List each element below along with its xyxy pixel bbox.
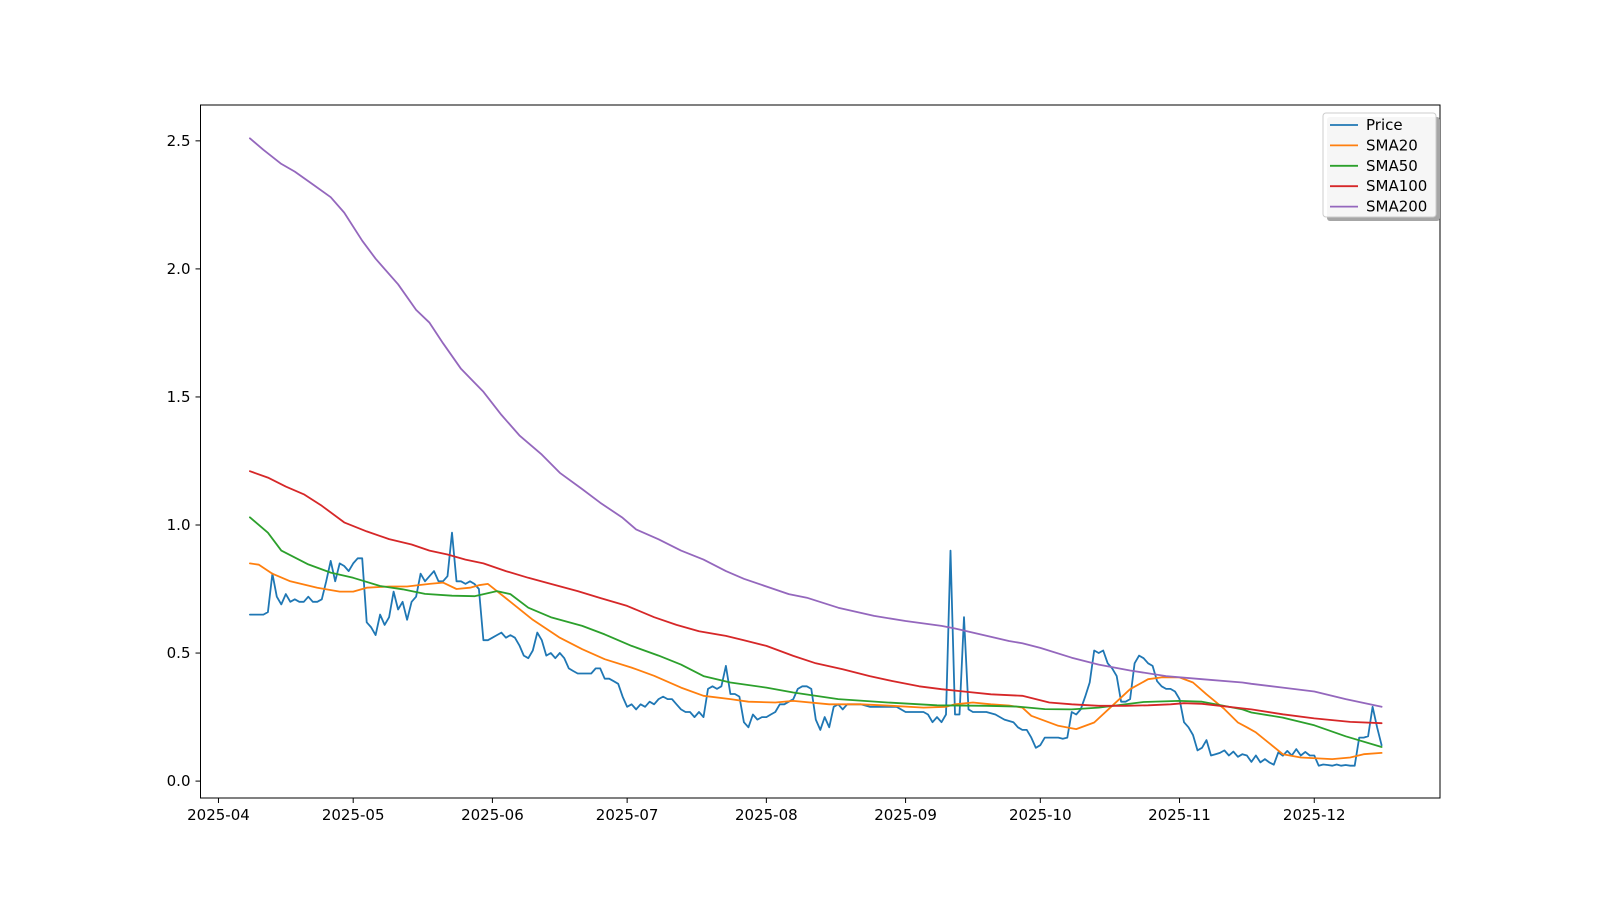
- figure-canvas: 2025-04 2025-05 2025-06 2025-07 2025-08 2025-…: [0, 0, 1600, 900]
- y-tick-label-2.0: 2.0: [167, 260, 191, 278]
- legend-label-sma20: SMA20: [1366, 136, 1418, 154]
- y-tick-label-0.0: 0.0: [167, 772, 191, 790]
- y-tick-label-1.5: 1.5: [167, 388, 191, 406]
- legend-label-sma50: SMA50: [1366, 157, 1418, 175]
- x-tick-label-2025-07: 2025-07: [596, 806, 659, 824]
- y-tick-label-0.5: 0.5: [167, 644, 191, 662]
- x-tick-label-2025-09: 2025-09: [874, 806, 937, 824]
- x-tick-label-2025-05: 2025-05: [322, 806, 385, 824]
- price-sma-line-chart: 2025-04 2025-05 2025-06 2025-07 2025-08 2025-…: [0, 0, 1600, 900]
- x-tick-label-2025-06: 2025-06: [461, 806, 524, 824]
- x-tick-label-2025-12: 2025-12: [1283, 806, 1346, 824]
- y-tick-label-2.5: 2.5: [167, 132, 191, 150]
- legend-label-sma100: SMA100: [1366, 177, 1427, 195]
- legend-label-sma200: SMA200: [1366, 198, 1427, 216]
- x-tick-label-2025-08: 2025-08: [735, 806, 798, 824]
- x-tick-label-2025-10: 2025-10: [1009, 806, 1072, 824]
- x-tick-label-2025-04: 2025-04: [187, 806, 250, 824]
- legend-label-price: Price: [1366, 116, 1403, 134]
- x-tick-label-2025-11: 2025-11: [1148, 806, 1211, 824]
- legend: Price SMA20 SMA50 SMA100 SMA200: [1322, 112, 1440, 221]
- y-tick-label-1.0: 1.0: [167, 516, 191, 534]
